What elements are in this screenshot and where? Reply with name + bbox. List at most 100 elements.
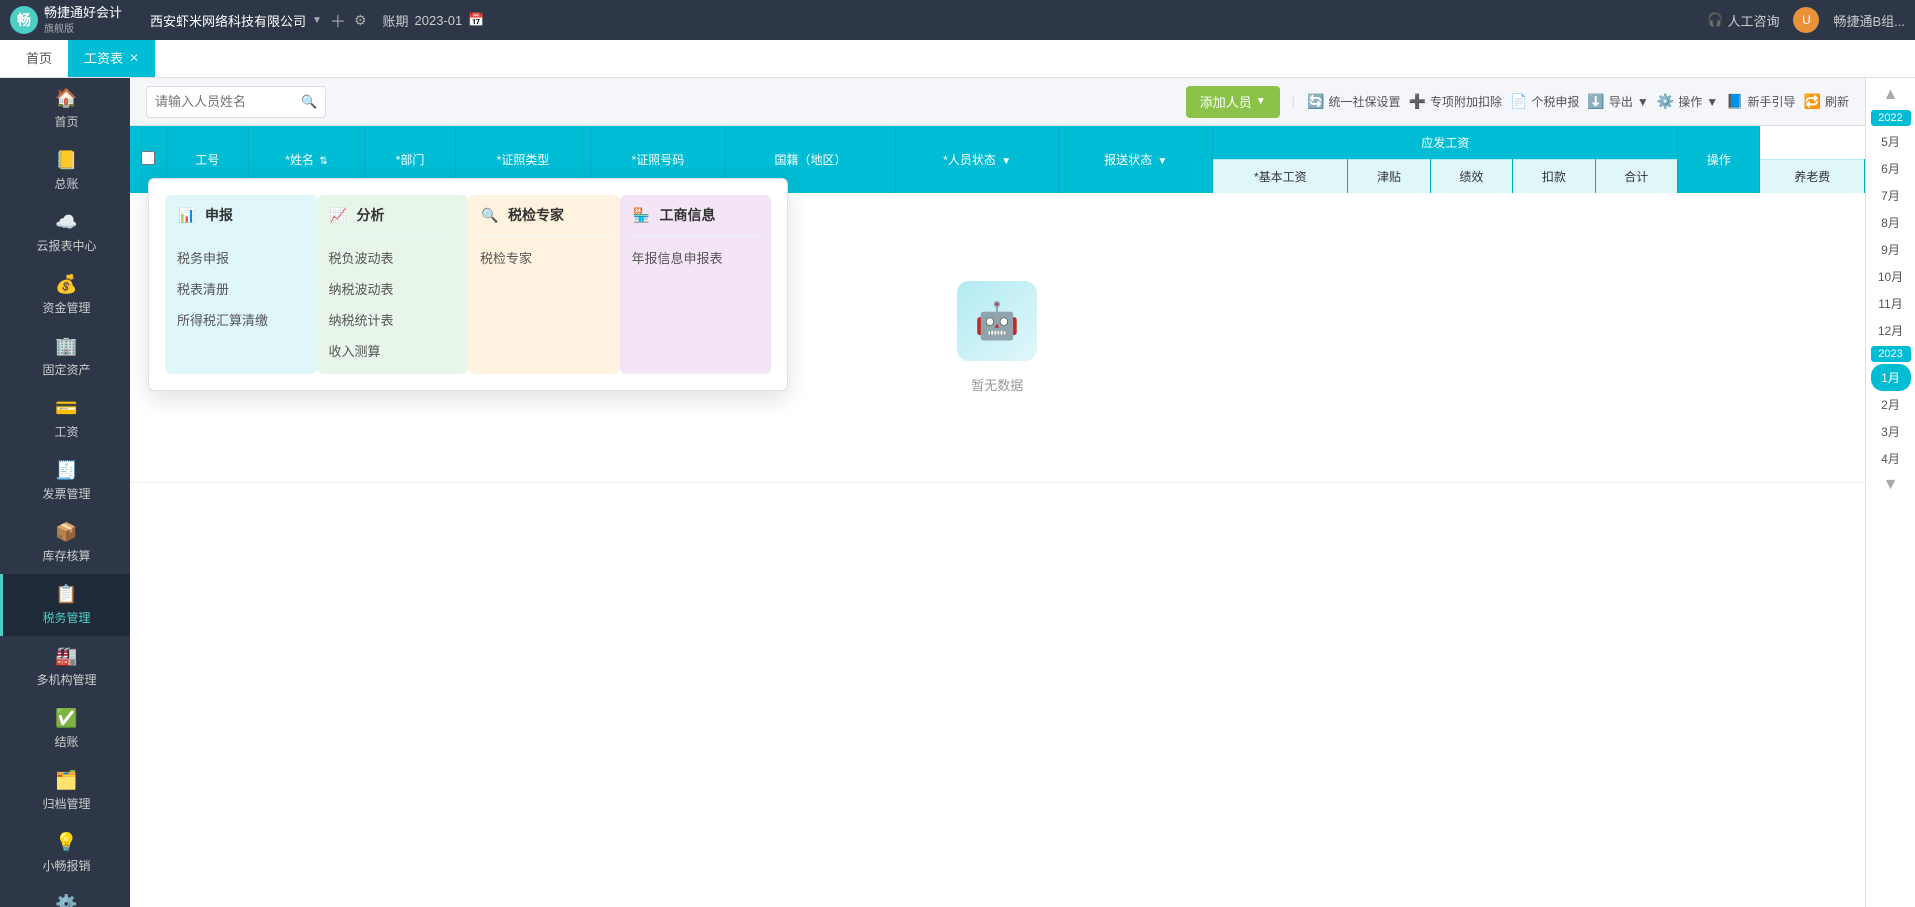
sidebar-item-multi[interactable]: 🏭 多机构管理	[0, 636, 130, 698]
menu-item-annual-tax[interactable]: 所得税汇算清缴	[175, 304, 307, 335]
sidebar-item-cloud[interactable]: ☁️ 云报表中心	[0, 202, 130, 264]
add-person-dropdown-icon: ▼	[1256, 96, 1266, 107]
service-label: 人工咨询	[1727, 11, 1779, 30]
menu-item-annual-report[interactable]: 年报信息申报表	[630, 242, 762, 273]
ledger-icon: 📒	[55, 150, 77, 171]
multi-icon: 🏭	[55, 646, 77, 667]
sidebar-item-ledger[interactable]: 📒 总账	[0, 140, 130, 202]
logo-subtitle: 旗舰版	[44, 20, 122, 35]
month-5[interactable]: 5月	[1871, 128, 1911, 155]
tax-filing-label: 个税申报	[1531, 93, 1579, 110]
month-3[interactable]: 3月	[1871, 418, 1911, 445]
cloud-icon: ☁️	[55, 212, 77, 233]
company-chevron-icon: ▼	[312, 15, 322, 26]
menu-section-filing: 📊 申报 税务申报 税表清册 所得税汇算清缴	[165, 195, 317, 374]
col-base-salary: *基本工资	[1213, 160, 1348, 194]
month-4[interactable]: 4月	[1871, 445, 1911, 472]
topbar-right: 🎧 人工咨询 U 畅捷通B组...	[1707, 7, 1905, 33]
calendar-icon: 📅	[468, 12, 484, 28]
menu-item-tax-wave[interactable]: 纳税波动表	[327, 273, 459, 304]
name-sort-icon[interactable]: ⇅	[319, 156, 327, 167]
refresh-label: 刷新	[1825, 93, 1849, 110]
filing-title-label: 申报	[205, 205, 233, 225]
report-filter-icon[interactable]: ▼	[1157, 156, 1167, 167]
add-person-label: 添加人员	[1200, 92, 1252, 111]
guide-toolbar-label: 新手引导	[1748, 93, 1796, 110]
month-12[interactable]: 12月	[1871, 317, 1911, 344]
sidebar-item-multi-label: 多机构管理	[36, 671, 96, 688]
tab-salary-label: 工资表	[84, 48, 123, 67]
sidebar-item-funds[interactable]: 💰 资金管理	[0, 264, 130, 326]
panel-scroll-down[interactable]: ▼	[1879, 472, 1903, 498]
sidebar-item-invoice-label: 发票管理	[42, 485, 90, 502]
sidebar-item-home[interactable]: 🏠 首页	[0, 78, 130, 140]
tax-dropdown-menu: 📊 申报 税务申报 税表清册 所得税汇算清缴 📈 分析 税负波动表 纳税波动表 …	[148, 178, 788, 391]
tax-filing-button[interactable]: 📄 个税申报	[1510, 93, 1579, 110]
menu-section-taxcheck: 🔍 税检专家 税检专家	[468, 195, 620, 374]
year-2023-label: 2023	[1871, 346, 1911, 362]
sidebar-item-funds-label: 资金管理	[42, 299, 90, 316]
logo-title: 畅捷通好会计	[44, 5, 122, 21]
funds-icon: 💰	[55, 274, 77, 295]
tab-salary-close-icon[interactable]: ✕	[129, 51, 139, 65]
sidebar-item-close[interactable]: ✅ 结账	[0, 698, 130, 760]
export-button[interactable]: ⬇️ 导出 ▼	[1587, 93, 1648, 110]
sidebar-item-settings[interactable]: ⚙️ 基础设置	[0, 884, 130, 907]
sidebar-item-assets[interactable]: 🏢 固定资产	[0, 326, 130, 388]
archive-icon: 🗂️	[55, 770, 77, 791]
right-panel: ▲ 2022 5月 6月 7月 8月 9月 10月 11月 12月 2023 1…	[1865, 78, 1915, 907]
special-deduction-icon: ➕	[1409, 93, 1426, 110]
service-button[interactable]: 🎧 人工咨询	[1707, 11, 1779, 30]
sidebar-item-tax[interactable]: 📋 税务管理	[0, 574, 130, 636]
analysis-title-label: 分析	[357, 205, 385, 225]
tab-home[interactable]: 首页	[10, 40, 68, 77]
invoice-icon: 🧾	[55, 460, 77, 481]
month-6[interactable]: 6月	[1871, 155, 1911, 182]
col-operation: 操作	[1678, 126, 1760, 193]
add-person-button[interactable]: 添加人员 ▼	[1186, 86, 1280, 118]
tab-salary[interactable]: 工资表 ✕	[68, 40, 155, 77]
month-9[interactable]: 9月	[1871, 236, 1911, 263]
panel-scroll-up[interactable]: ▲	[1879, 82, 1903, 108]
menu-item-tax-burden[interactable]: 税负波动表	[327, 242, 459, 273]
sidebar-item-salary-label: 工资	[54, 423, 78, 440]
user-avatar[interactable]: U	[1793, 7, 1819, 33]
guide-button[interactable]: 📘 新手引导	[1726, 93, 1795, 110]
sidebar-item-inventory[interactable]: 📦 库存核算	[0, 512, 130, 574]
month-10[interactable]: 10月	[1871, 263, 1911, 290]
month-8[interactable]: 8月	[1871, 209, 1911, 236]
sidebar-item-cloud-label: 云报表中心	[36, 237, 96, 254]
business-icon: 🏪	[630, 203, 654, 227]
month-7[interactable]: 7月	[1871, 182, 1911, 209]
col-performance: 绩效	[1430, 160, 1512, 194]
assets-icon: 🏢	[55, 336, 77, 357]
sidebar-item-expense[interactable]: 💡 小畅报销	[0, 822, 130, 884]
menu-item-tax-filing[interactable]: 税务申报	[175, 242, 307, 273]
sidebar-item-invoice[interactable]: 🧾 发票管理	[0, 450, 130, 512]
operations-button[interactable]: ⚙️ 操作 ▼	[1657, 93, 1718, 110]
special-deduction-button[interactable]: ➕ 专项附加扣除	[1409, 93, 1502, 110]
special-deduction-label: 专项附加扣除	[1430, 93, 1502, 110]
menu-item-tax-table[interactable]: 税表清册	[175, 273, 307, 304]
add-company-button[interactable]: ＋	[330, 8, 346, 32]
status-filter-icon[interactable]: ▼	[1001, 156, 1011, 167]
select-all-checkbox[interactable]	[141, 151, 155, 165]
settings-icon[interactable]: ⚙	[354, 12, 367, 29]
sidebar-item-salary[interactable]: 💳 工资	[0, 388, 130, 450]
menu-item-tax-stats[interactable]: 纳税统计表	[327, 304, 459, 335]
export-icon: ⬇️	[1587, 93, 1604, 110]
company-selector[interactable]: 西安虾米网络科技有限公司 ▼	[150, 11, 322, 30]
period-selector[interactable]: 账期 2023-01 📅	[383, 11, 485, 30]
refresh-button[interactable]: 🔁 刷新	[1804, 93, 1849, 110]
search-box[interactable]: 🔍	[146, 86, 326, 118]
month-11[interactable]: 11月	[1871, 290, 1911, 317]
social-insurance-button[interactable]: 🔄 统一社保设置	[1307, 93, 1400, 110]
search-input[interactable]	[155, 94, 295, 109]
sidebar-item-archive[interactable]: 🗂️ 归档管理	[0, 760, 130, 822]
month-1-active[interactable]: 1月	[1871, 364, 1911, 391]
user-label: 畅捷通B组...	[1833, 11, 1905, 30]
menu-item-income-est[interactable]: 收入测算	[327, 335, 459, 366]
content-toolbar: 🔍 添加人员 ▼ | 🔄 统一社保设置 ➕ 专项附加扣除 📄 个税申报 ⬇️ 导…	[130, 78, 1865, 126]
month-2[interactable]: 2月	[1871, 391, 1911, 418]
menu-item-taxcheck-expert[interactable]: 税检专家	[478, 242, 610, 273]
